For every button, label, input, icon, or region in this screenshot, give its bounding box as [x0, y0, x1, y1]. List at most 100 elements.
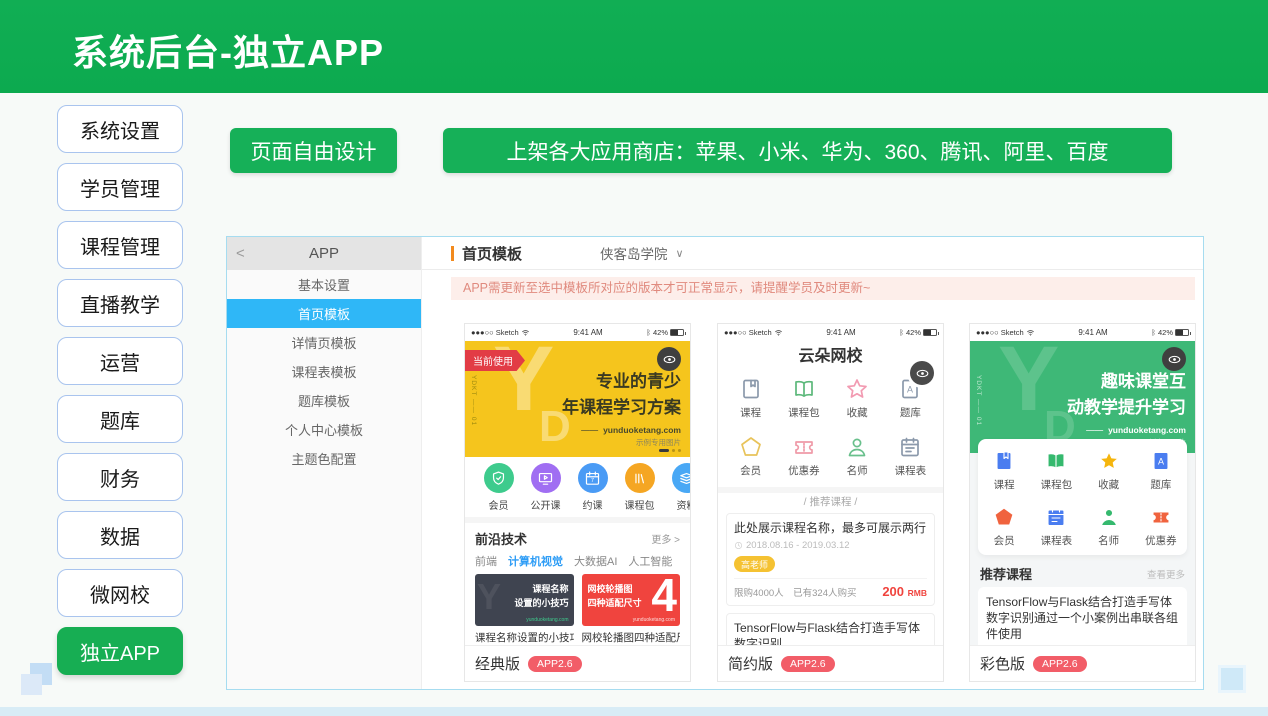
bottom-strip	[0, 707, 1268, 716]
shield-icon	[490, 470, 507, 487]
svg-text:7: 7	[591, 478, 594, 484]
admin-menu-schedule-template[interactable]: 课程表模板	[227, 357, 421, 386]
phone-footer: 简约版 APP2.6	[718, 645, 943, 681]
grid-coupon[interactable]: 优惠券	[1135, 497, 1187, 553]
battery-icon	[1175, 329, 1189, 336]
sidebar-item-finance[interactable]: 财务	[57, 453, 183, 501]
vertical-brand-label: YDKT —— 01	[470, 375, 477, 426]
quick-nav-course-pack[interactable]: 课程包	[616, 463, 663, 517]
course-card-red[interactable]: 4 网校轮播图四种适配尺寸 yunduoketang.com	[582, 574, 681, 626]
pentagon-icon	[992, 505, 1016, 529]
admin-menu-profile-template[interactable]: 个人中心模板	[227, 415, 421, 444]
course-title-2[interactable]: 网校轮播图四种适配尺...	[582, 630, 681, 645]
sidebar-item-independent-app[interactable]: 独立APP	[57, 627, 183, 675]
carrier-label: ●●●○○ Sketch	[471, 328, 519, 337]
sidebar-item-course-mgmt[interactable]: 课程管理	[57, 221, 183, 269]
preview-eye-button[interactable]	[1162, 347, 1186, 371]
grid-teachers[interactable]: 名师	[831, 427, 884, 485]
quick-nav-open-course[interactable]: 公开课	[522, 463, 569, 517]
app-title: 云朵网校	[798, 342, 862, 366]
grid-course[interactable]: 课程	[978, 441, 1030, 497]
preview-eye-button[interactable]	[910, 361, 934, 385]
recommend-card-1[interactable]: 此处展示课程名称，最多可展示两行 2018.08.16 - 2019.03.12…	[726, 513, 935, 606]
accent-bar	[451, 246, 454, 261]
app-icon-grid: 课程 课程包 收藏 A题库 会员 优惠券 名师 课程表	[718, 367, 943, 487]
hero-banner-yellow[interactable]: 当前使用 YDKT —— 01 Y D 专业的青少年课程学习方案 ——yundu…	[465, 341, 690, 457]
calendar-icon	[1044, 505, 1068, 529]
wifi-icon	[521, 328, 530, 337]
grid-schedule[interactable]: 课程表	[1030, 497, 1082, 553]
more-link[interactable]: 更多 >	[651, 531, 680, 546]
sidebar-item-micro-school[interactable]: 微网校	[57, 569, 183, 617]
admin-menu-qbank-template[interactable]: 题库模板	[227, 386, 421, 415]
feature-nav: 系统设置 学员管理 课程管理 直播教学 运营 题库 财务 数据 微网校 独立AP…	[57, 105, 183, 685]
ticket-icon	[1149, 505, 1173, 529]
grid-course-pack[interactable]: 课程包	[777, 369, 830, 427]
grid-teachers[interactable]: 名师	[1083, 497, 1135, 553]
clock-icon	[734, 541, 743, 550]
grid-course-pack[interactable]: 课程包	[1030, 441, 1082, 497]
app-stores-button[interactable]: 上架各大应用商店：苹果、小米、华为、360、腾讯、阿里、百度	[443, 128, 1172, 173]
quick-nav-materials[interactable]: 资料	[663, 463, 691, 517]
tab-computer-vision[interactable]: 计算机视觉	[508, 553, 563, 569]
status-bar: ●●●○○ Sketch 9:41 AM ᛒ 42%	[970, 324, 1195, 341]
sidebar-item-system-settings[interactable]: 系统设置	[57, 105, 183, 153]
tab-bigdata-ai[interactable]: 大数据AI	[574, 553, 617, 569]
school-select[interactable]: 侠客岛学院	[600, 243, 668, 263]
banner-site: ——yunduoketang.com	[1086, 425, 1186, 435]
wifi-icon	[1026, 328, 1035, 337]
admin-sidebar: < APP 基本设置 首页模板 详情页模板 课程表模板 题库模板 个人中心模板 …	[227, 237, 422, 689]
quick-nav-member[interactable]: 会员	[475, 463, 522, 517]
grid-schedule[interactable]: 课程表	[884, 427, 937, 485]
sidebar-item-question-bank[interactable]: 题库	[57, 395, 183, 443]
battery-percent: 42%	[653, 328, 668, 337]
quick-nav-book-lesson[interactable]: 7 约课	[569, 463, 616, 517]
sidebar-item-live-teaching[interactable]: 直播教学	[57, 279, 183, 327]
grid-member[interactable]: 会员	[978, 497, 1030, 553]
admin-menu-basic-settings[interactable]: 基本设置	[227, 270, 421, 299]
hero-banner-green[interactable]: YDKT —— 01 Y D 趣味课堂互动教学提升学习 ——yunduoketa…	[970, 341, 1195, 453]
grid-course[interactable]: 课程	[724, 369, 777, 427]
calendar-icon: 7	[584, 470, 601, 487]
free-page-design-button[interactable]: 页面自由设计	[230, 128, 397, 173]
chevron-down-icon[interactable]: ∨	[676, 247, 684, 260]
clock-label: 9:41 AM	[530, 328, 647, 337]
doc-icon: A	[1149, 449, 1173, 473]
admin-menu-detail-template[interactable]: 详情页模板	[227, 328, 421, 357]
admin-main: 首页模板 侠客岛学院 ∨ APP需更新至选中模板所对应的版本才可正常显示，请提醒…	[422, 237, 1203, 689]
calendar-icon	[898, 435, 922, 459]
grid-favorites[interactable]: 收藏	[1083, 441, 1135, 497]
book-icon	[739, 377, 763, 401]
grid-favorites[interactable]: 收藏	[831, 369, 884, 427]
course-title-1[interactable]: 课程名称设置的小技巧...	[475, 630, 574, 645]
course-card-dark[interactable]: Y 课程名称设置的小技巧 yunduoketang.com	[475, 574, 574, 626]
tab-ai[interactable]: 人工智能	[628, 553, 672, 569]
sidebar-item-student-mgmt[interactable]: 学员管理	[57, 163, 183, 211]
grid-member[interactable]: 会员	[724, 427, 777, 485]
sidebar-item-data[interactable]: 数据	[57, 511, 183, 559]
version-badge: APP2.6	[528, 656, 582, 672]
vertical-brand-label: YDKT —— 01	[975, 375, 982, 426]
page-header: 系统后台-独立APP	[0, 0, 1268, 93]
banner-headline: 趣味课堂互动教学提升学习	[1067, 369, 1186, 420]
teacher-tag: 高老师	[734, 556, 775, 572]
section-header: 前沿技术 更多 >	[465, 523, 690, 550]
quick-nav-row: 会员 公开课 7 约课 课程包 资料	[465, 457, 690, 517]
decor-square	[21, 674, 42, 695]
grid-coupon[interactable]: 优惠券	[777, 427, 830, 485]
tab-frontend[interactable]: 前端	[475, 553, 497, 569]
sidebar-item-operations[interactable]: 运营	[57, 337, 183, 385]
grid-question-bank[interactable]: A题库	[1135, 441, 1187, 497]
svg-text:A: A	[907, 385, 913, 395]
version-badge: APP2.6	[781, 656, 835, 672]
admin-sidebar-header: < APP	[227, 237, 421, 270]
back-chevron-icon[interactable]: <	[236, 237, 245, 270]
app-title-bar: 云朵网校	[718, 341, 943, 367]
preview-eye-button[interactable]	[657, 347, 681, 371]
see-more-link[interactable]: 查看更多	[1147, 567, 1185, 581]
course-titles: 课程名称设置的小技巧... 网校轮播图四种适配尺...	[465, 626, 690, 645]
edition-label: 彩色版	[980, 653, 1025, 674]
admin-menu-theme-config[interactable]: 主题色配置	[227, 444, 421, 473]
admin-menu-home-template[interactable]: 首页模板	[227, 299, 421, 328]
admin-content-header: 首页模板 侠客岛学院 ∨	[422, 237, 1203, 270]
